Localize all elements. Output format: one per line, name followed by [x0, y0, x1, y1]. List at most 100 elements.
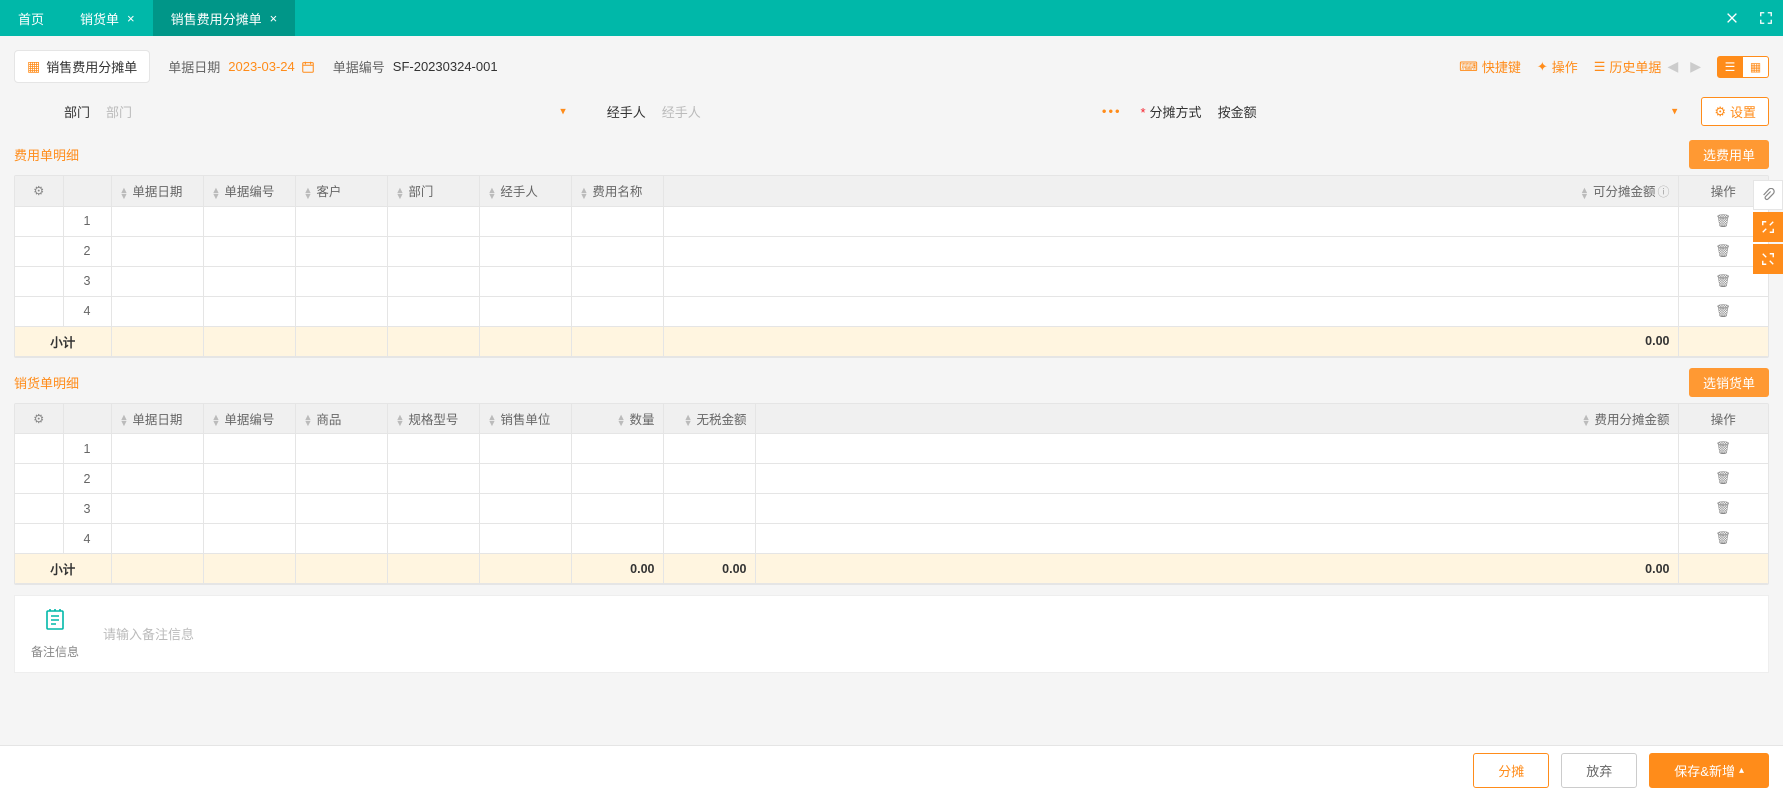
trash-icon[interactable]: 🗑 — [1715, 501, 1731, 515]
document-header: ▦ 销售费用分摊单 单据日期 2023-03-24 单据编号 SF-202303… — [14, 50, 1769, 83]
subtotal-value: 0.00 — [663, 326, 1678, 356]
docno-value: SF-20230324-001 — [393, 59, 498, 74]
col-header[interactable]: ▲▼单据日期 — [111, 176, 203, 206]
history-icon: ☰ — [1594, 59, 1606, 75]
chevron-down-icon: ▾ — [560, 105, 566, 118]
col-header[interactable]: ▲▼销售单位 — [479, 404, 571, 434]
view-grid-button[interactable]: ▦ — [1743, 56, 1769, 78]
shortcut-button[interactable]: ⌨ 快捷键 — [1459, 57, 1521, 76]
col-header[interactable]: ▲▼单据日期 — [111, 404, 203, 434]
expense-table: ⚙ ▲▼单据日期 ▲▼单据编号 ▲▼客户 ▲▼部门 ▲▼经手人 ▲▼费用名称 ▲… — [14, 175, 1769, 358]
close-icon — [1725, 11, 1739, 25]
nav-prev-button[interactable]: ◀ — [1661, 58, 1684, 75]
handler-select[interactable]: 经手人 ••• — [658, 98, 1126, 126]
discard-button[interactable]: 放弃 — [1561, 753, 1637, 788]
fullscreen-icon — [1759, 11, 1773, 25]
trash-icon[interactable]: 🗑 — [1715, 531, 1731, 545]
save-new-button[interactable]: 保存&新增 ▴ — [1649, 753, 1769, 788]
nav-next-button[interactable]: ▶ — [1684, 58, 1707, 75]
close-icon[interactable]: × — [270, 11, 278, 26]
col-header[interactable]: ▲▼可分摊金额ⓘ — [663, 176, 1678, 206]
more-icon: ••• — [1102, 104, 1122, 119]
col-header[interactable]: ▲▼单据编号 — [203, 404, 295, 434]
attachment-button[interactable] — [1753, 180, 1783, 210]
trash-icon[interactable]: 🗑 — [1715, 214, 1731, 228]
footer-bar: 分摊 放弃 保存&新增 ▴ — [0, 745, 1783, 795]
allocation-mode-field: *分摊方式 按金额 ▾ — [1126, 98, 1682, 126]
actions-button[interactable]: ✦ 操作 — [1537, 57, 1578, 76]
subtotal-qty: 0.00 — [571, 554, 663, 584]
trash-icon[interactable]: 🗑 — [1715, 274, 1731, 288]
department-select[interactable]: 部门 ▾ — [102, 98, 570, 126]
calendar-icon[interactable] — [301, 59, 315, 75]
table-row[interactable]: 1🗑 — [15, 434, 1768, 464]
expand-button-2[interactable] — [1753, 244, 1783, 274]
chevron-up-icon: ▴ — [1739, 765, 1744, 776]
history-button[interactable]: ☰ 历史单据 — [1594, 57, 1662, 76]
document-icon: ▦ — [27, 58, 40, 75]
expand-icon — [1761, 252, 1775, 266]
gear-icon[interactable]: ⚙ — [33, 184, 44, 198]
table-row[interactable]: 4🗑 — [15, 524, 1768, 554]
col-header[interactable]: ▲▼客户 — [295, 176, 387, 206]
tab-home[interactable]: 首页 — [0, 0, 62, 36]
pick-expense-button[interactable]: 选费用单 — [1689, 140, 1769, 169]
expand-icon — [1761, 220, 1775, 234]
window-fullscreen-button[interactable] — [1749, 0, 1783, 36]
trash-icon[interactable]: 🗑 — [1715, 244, 1731, 258]
table-row[interactable]: 2🗑 — [15, 464, 1768, 494]
document-title: 销售费用分摊单 — [46, 57, 137, 76]
date-value[interactable]: 2023-03-24 — [228, 59, 295, 74]
subtotal-value: 0.00 — [755, 554, 1678, 584]
view-toggle: ☰ ▦ — [1717, 56, 1769, 78]
date-label: 单据日期 — [168, 57, 220, 76]
paperclip-icon — [1761, 188, 1775, 202]
col-header[interactable]: ▲▼数量 — [571, 404, 663, 434]
allocate-button[interactable]: 分摊 — [1473, 753, 1549, 788]
col-header[interactable]: ▲▼无税金额 — [663, 404, 755, 434]
trash-icon[interactable]: 🗑 — [1715, 471, 1731, 485]
trash-icon[interactable]: 🗑 — [1715, 441, 1731, 455]
tab-sales-order[interactable]: 销货单× — [62, 0, 153, 36]
table-row[interactable]: 1🗑 — [15, 206, 1768, 236]
handler-field: 经手人 经手人 ••• — [570, 98, 1126, 126]
expand-button[interactable] — [1753, 212, 1783, 242]
sales-table: ⚙ ▲▼单据日期 ▲▼单据编号 ▲▼商品 ▲▼规格型号 ▲▼销售单位 ▲▼数量 … — [14, 403, 1769, 586]
tab-bar: 首页 销货单× 销售费用分摊单× — [0, 0, 1783, 36]
table-row[interactable]: 3🗑 — [15, 494, 1768, 524]
remarks-input[interactable] — [103, 627, 1752, 642]
table-row[interactable]: 2🗑 — [15, 236, 1768, 266]
gear-icon: ⚙ — [1714, 104, 1726, 120]
document-title-box: ▦ 销售费用分摊单 — [14, 50, 150, 83]
remarks-box: 备注信息 — [14, 595, 1769, 673]
table-row[interactable]: 3🗑 — [15, 266, 1768, 296]
section-title: 销货单明细 — [14, 373, 79, 392]
subtotal-label: 小计 — [15, 326, 111, 356]
window-close-button[interactable] — [1715, 0, 1749, 36]
note-icon — [43, 608, 67, 639]
tab-expense-allocation[interactable]: 销售费用分摊单× — [153, 0, 296, 36]
sales-detail-section: 销货单明细 选销货单 ⚙ ▲▼单据日期 ▲▼单据编号 ▲▼商品 ▲▼规格型号 ▲… — [0, 368, 1783, 586]
allocation-mode-select[interactable]: 按金额 ▾ — [1214, 98, 1682, 126]
col-header[interactable]: ▲▼费用名称 — [571, 176, 663, 206]
expense-detail-section: 费用单明细 选费用单 ⚙ ▲▼单据日期 ▲▼单据编号 ▲▼客户 ▲▼部门 ▲▼经… — [0, 140, 1783, 358]
col-header[interactable]: ▲▼商品 — [295, 404, 387, 434]
col-header[interactable]: ▲▼费用分摊金额 — [755, 404, 1678, 434]
section-title: 费用单明细 — [14, 145, 79, 164]
department-field: 部门 部门 ▾ — [14, 98, 570, 126]
subtotal-amt: 0.00 — [663, 554, 755, 584]
col-header[interactable]: ▲▼单据编号 — [203, 176, 295, 206]
col-header[interactable]: ▲▼部门 — [387, 176, 479, 206]
view-list-button[interactable]: ☰ — [1717, 56, 1743, 78]
gear-icon[interactable]: ⚙ — [33, 412, 44, 426]
col-header[interactable]: ▲▼经手人 — [479, 176, 571, 206]
settings-button[interactable]: ⚙ 设置 — [1701, 97, 1769, 126]
close-icon[interactable]: × — [127, 11, 135, 26]
trash-icon[interactable]: 🗑 — [1715, 304, 1731, 318]
col-header[interactable]: ▲▼规格型号 — [387, 404, 479, 434]
pick-sales-button[interactable]: 选销货单 — [1689, 368, 1769, 397]
table-row[interactable]: 4🗑 — [15, 296, 1768, 326]
keyboard-icon: ⌨ — [1459, 59, 1478, 75]
remarks-label: 备注信息 — [31, 643, 79, 660]
help-icon[interactable]: ⓘ — [1657, 185, 1669, 199]
